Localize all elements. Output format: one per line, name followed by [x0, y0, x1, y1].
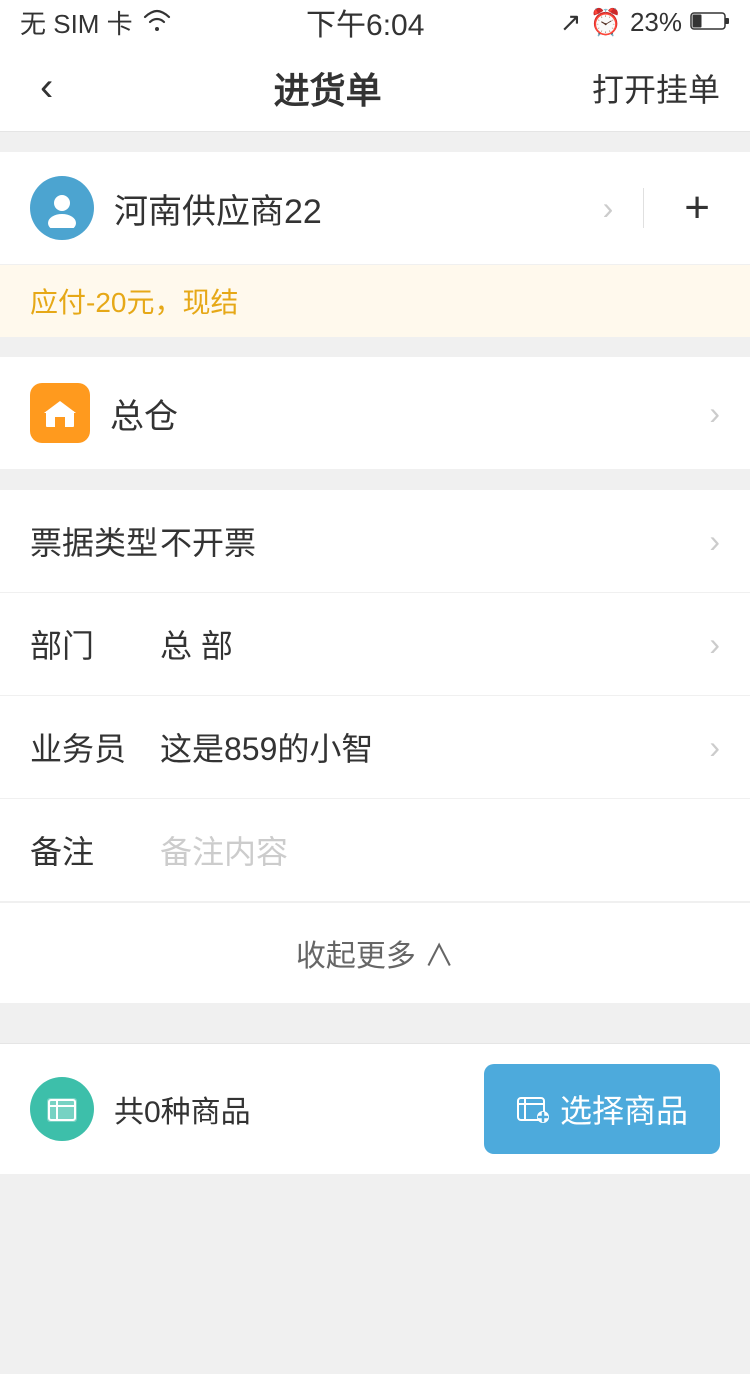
open-pending-button[interactable]: 打开挂单	[592, 65, 720, 111]
page-bg	[0, 1174, 750, 1374]
supplier-row[interactable]: 河南供应商22 › +	[0, 152, 750, 265]
collapse-label: 收起更多 ∧	[296, 931, 454, 975]
status-bar: 无 SIM 卡 下午6:04 ↗ ⏰ 23%	[0, 0, 750, 44]
bottom-bar: 共0种商品 选择商品	[0, 1043, 750, 1174]
page-title: 进货单	[274, 62, 382, 114]
supplier-section: 河南供应商22 › + 应付-20元，现结	[0, 152, 750, 337]
wifi-icon	[143, 7, 171, 38]
nav-bar: ‹ 进货单 打开挂单	[0, 44, 750, 132]
form-section: 票据类型 不开票 › 部门 总 部 › 业务员 这是859的小智 › 备注 备注…	[0, 490, 750, 1003]
warehouse-icon	[30, 383, 90, 443]
note-input[interactable]: 备注内容	[160, 827, 720, 873]
invoice-type-arrow-icon: ›	[709, 523, 720, 560]
product-count-text: 共0种商品	[114, 1087, 484, 1131]
status-right: ↗ ⏰ 23%	[560, 7, 730, 38]
note-label: 备注	[30, 827, 160, 873]
carrier-text: 无 SIM 卡	[20, 4, 133, 41]
department-arrow-icon: ›	[709, 626, 720, 663]
product-count-icon	[30, 1077, 94, 1141]
back-button[interactable]: ‹	[30, 55, 63, 120]
salesman-label: 业务员	[30, 724, 160, 770]
invoice-type-label: 票据类型	[30, 518, 160, 564]
department-label: 部门	[30, 621, 160, 667]
add-supplier-button[interactable]: +	[674, 183, 720, 233]
notice-text: 应付-20元，现结	[30, 287, 238, 318]
select-product-button[interactable]: 选择商品	[484, 1064, 720, 1154]
status-left: 无 SIM 卡	[20, 4, 171, 41]
warehouse-name: 总仓	[110, 389, 709, 438]
salesman-arrow-icon: ›	[709, 729, 720, 766]
salesman-row[interactable]: 业务员 这是859的小智 ›	[0, 696, 750, 799]
mid-divider-2	[0, 470, 750, 490]
status-time: 下午6:04	[306, 0, 424, 44]
alarm-icon: ⏰	[590, 7, 622, 38]
bottom-divider	[0, 1003, 750, 1023]
mid-divider-1	[0, 337, 750, 357]
department-row[interactable]: 部门 总 部 ›	[0, 593, 750, 696]
supplier-avatar	[30, 176, 94, 240]
location-icon: ↗	[560, 7, 582, 38]
supplier-divider	[643, 188, 644, 228]
invoice-type-value: 不开票	[160, 518, 709, 564]
warehouse-row[interactable]: 总仓 ›	[0, 357, 750, 470]
notice-bar: 应付-20元，现结	[0, 265, 750, 337]
note-row[interactable]: 备注 备注内容	[0, 799, 750, 902]
salesman-value: 这是859的小智	[160, 724, 709, 770]
battery-icon	[690, 7, 730, 38]
select-product-label: 选择商品	[560, 1086, 688, 1132]
supplier-name: 河南供应商22	[114, 184, 603, 233]
invoice-type-row[interactable]: 票据类型 不开票 ›	[0, 490, 750, 593]
department-value: 总 部	[160, 621, 709, 667]
top-divider	[0, 132, 750, 152]
battery-text: 23%	[630, 7, 682, 38]
supplier-arrow-icon: ›	[603, 190, 614, 227]
warehouse-arrow-icon: ›	[709, 395, 720, 432]
collapse-button[interactable]: 收起更多 ∧	[0, 902, 750, 1003]
